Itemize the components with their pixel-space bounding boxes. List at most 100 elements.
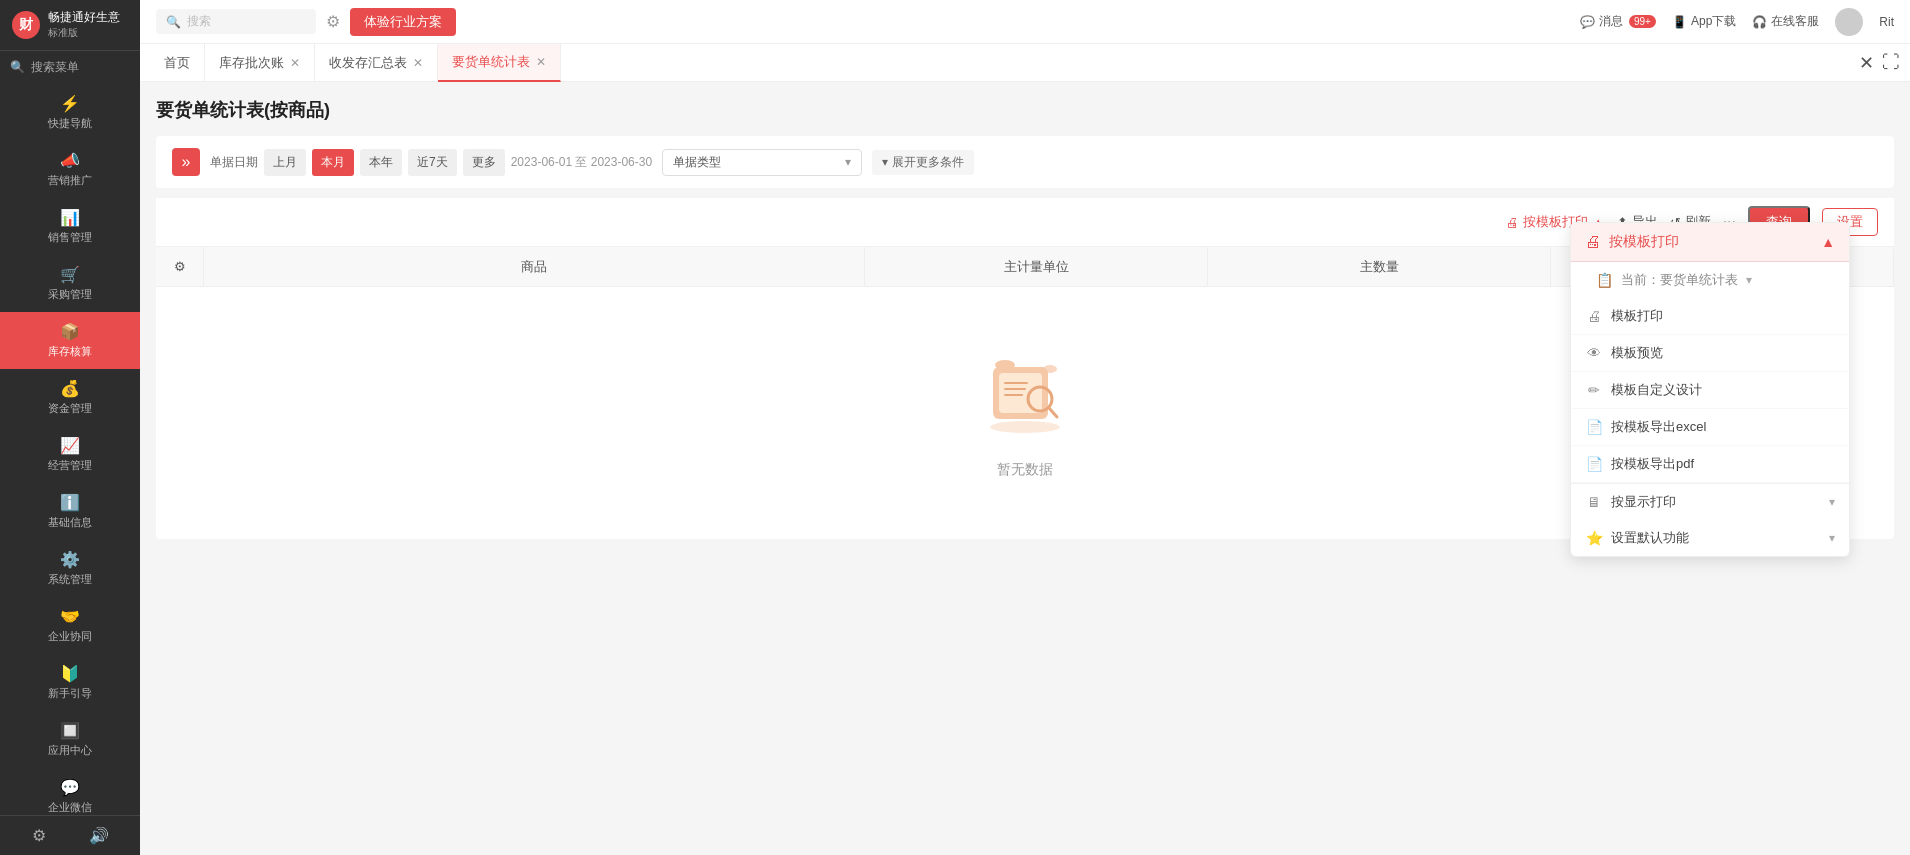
template-preview-label: 模板预览 [1611,344,1835,362]
tab-batch-account[interactable]: 库存批次账 ✕ [205,44,315,82]
tab-batch-account-close[interactable]: ✕ [290,56,300,70]
th-checkbox[interactable]: ⚙ [156,247,204,286]
trial-button[interactable]: 体验行业方案 [350,8,456,36]
dropdown-collapse-icon[interactable]: ▲ [1821,234,1835,250]
app-center-icon: 🔲 [60,721,80,740]
date-btn-this-year[interactable]: 本年 [360,149,402,176]
current-template-label: 当前：要货单统计表 [1621,271,1738,289]
sidebar-item-enterprise-wx[interactable]: 💬 企业微信 [0,768,140,815]
user-name: Rit [1879,15,1894,29]
export-pdf-label: 按模板导出pdf [1611,455,1835,473]
page-content: 要货单统计表(按商品) » 单据日期 上月 本月 本年 近7天 更多 2023-… [140,82,1910,855]
user-avatar[interactable] [1835,8,1863,36]
template-design-icon: ✏ [1585,382,1603,398]
sidebar-item-inventory[interactable]: 📦 库存核算 [0,312,140,369]
sales-icon: 📊 [60,208,80,227]
online-service-button[interactable]: 🎧 在线客服 [1752,13,1819,30]
sidebar-item-label: 系统管理 [48,572,92,587]
tab-order-stats-label: 要货单统计表 [452,53,530,71]
set-default-label: 设置默认功能 [1611,529,1689,547]
sidebar-search[interactable]: 🔍 搜索菜单 [0,51,140,84]
tab-close-all-icon[interactable]: ✕ [1859,52,1874,74]
tab-collection-summary[interactable]: 收发存汇总表 ✕ [315,44,438,82]
template-print-icon: 🖨 [1585,308,1603,324]
dropdown-template-print[interactable]: 🖨 模板打印 [1571,298,1849,335]
date-range-display: 2023-06-01 至 2023-06-30 [511,154,652,171]
tab-expand-icon[interactable]: ⛶ [1882,52,1900,73]
sidebar-item-system[interactable]: ⚙️ 系统管理 [0,540,140,597]
sidebar-item-quick-nav[interactable]: ⚡ 快捷导航 [0,84,140,141]
settings-footer-icon[interactable]: ⚙ [32,826,46,845]
date-btn-this-month[interactable]: 本月 [312,149,354,176]
app-download-button[interactable]: 📱 App下载 [1672,13,1736,30]
template-icon: 📋 [1595,272,1613,288]
online-service-label: 在线客服 [1771,13,1819,30]
finance-icon: 💰 [60,379,80,398]
dropdown-export-excel[interactable]: 📄 按模板导出excel [1571,409,1849,446]
sidebar-search-label: 搜索菜单 [31,59,79,76]
expand-more-label: 展开更多条件 [892,154,964,171]
tab-home[interactable]: 首页 [150,44,205,82]
tab-order-stats-close[interactable]: ✕ [536,55,546,69]
sidebar-item-marketing[interactable]: 📣 营销推广 [0,141,140,198]
th-unit: 主计量单位 [865,247,1208,286]
date-btn-7days[interactable]: 近7天 [408,149,457,176]
cooperation-icon: 🤝 [60,607,80,626]
settings-gear-icon[interactable]: ⚙ [326,12,340,31]
dropdown-display-print[interactable]: 🖥 按显示打印 ▾ [1571,484,1849,520]
message-icon: 💬 [1580,15,1595,29]
sidebar-footer: ⚙ 🔊 [0,815,140,855]
tab-collection-summary-label: 收发存汇总表 [329,54,407,72]
dropdown-header: 🖨 按模板打印 ▲ [1571,223,1849,262]
dropdown-template-design[interactable]: ✏ 模板自定义设计 [1571,372,1849,409]
sidebar-item-purchase[interactable]: 🛒 采购管理 [0,255,140,312]
sidebar-item-label: 快捷导航 [48,116,92,131]
display-print-label: 按显示打印 [1611,493,1676,511]
th-quantity: 主数量 [1208,247,1551,286]
sidebar-item-finance[interactable]: 💰 资金管理 [0,369,140,426]
enterprise-wx-icon: 💬 [60,778,80,797]
sidebar-item-cooperation[interactable]: 🤝 企业协同 [0,597,140,654]
sidebar-item-label: 企业微信 [48,800,92,815]
tab-collection-summary-close[interactable]: ✕ [413,56,423,70]
dropdown-set-default[interactable]: ⭐ 设置默认功能 ▾ [1571,520,1849,556]
dropdown-title: 按模板打印 [1609,233,1679,251]
top-bar: 🔍 搜索 ⚙ 体验行业方案 💬 消息 99+ 📱 App下载 🎧 在线客服 Ri… [140,0,1910,44]
tab-order-stats[interactable]: 要货单统计表 ✕ [438,44,561,82]
type-filter-select[interactable]: 单据类型 ▾ [662,149,862,176]
sidebar-item-sales[interactable]: 📊 销售管理 [0,198,140,255]
expand-more-icon: ▾ [882,155,888,169]
operations-icon: 📈 [60,436,80,455]
filter-toggle-icon: » [182,153,191,171]
sidebar-item-guide[interactable]: 🔰 新手引导 [0,654,140,711]
sidebar-item-operations[interactable]: 📈 经营管理 [0,426,140,483]
tab-home-label: 首页 [164,54,190,72]
print-icon: 🖨 [1506,215,1519,230]
sidebar-item-app-center[interactable]: 🔲 应用中心 [0,711,140,768]
expand-more-button[interactable]: ▾ 展开更多条件 [872,150,974,175]
quick-nav-icon: ⚡ [60,94,80,113]
help-footer-icon[interactable]: 🔊 [89,826,109,845]
date-btn-more[interactable]: 更多 [463,149,505,176]
messages-label: 消息 [1599,13,1623,30]
logo-badge: 标准版 [48,26,120,40]
filter-toggle-btn[interactable]: » [172,148,200,176]
sidebar-item-basic-info[interactable]: ℹ️ 基础信息 [0,483,140,540]
date-filter-group: 单据日期 上月 本月 本年 近7天 更多 2023-06-01 至 2023-0… [210,149,652,176]
messages-button[interactable]: 💬 消息 99+ [1580,13,1656,30]
purchase-icon: 🛒 [60,265,80,284]
dropdown-current-template[interactable]: 📋 当前：要货单统计表 ▾ [1571,262,1849,298]
guide-icon: 🔰 [60,664,80,683]
sidebar-item-label: 资金管理 [48,401,92,416]
empty-icon [975,347,1075,447]
dropdown-export-pdf[interactable]: 📄 按模板导出pdf [1571,446,1849,483]
template-design-label: 模板自定义设计 [1611,381,1835,399]
sidebar-item-label: 应用中心 [48,743,92,758]
sidebar-item-label: 库存核算 [48,344,92,359]
search-icon: 🔍 [10,60,25,74]
settings-icon: ⚙ [174,259,186,274]
top-bar-search[interactable]: 🔍 搜索 [156,9,316,34]
sidebar-item-label: 基础信息 [48,515,92,530]
date-btn-last-month[interactable]: 上月 [264,149,306,176]
dropdown-template-preview[interactable]: 👁 模板预览 [1571,335,1849,372]
